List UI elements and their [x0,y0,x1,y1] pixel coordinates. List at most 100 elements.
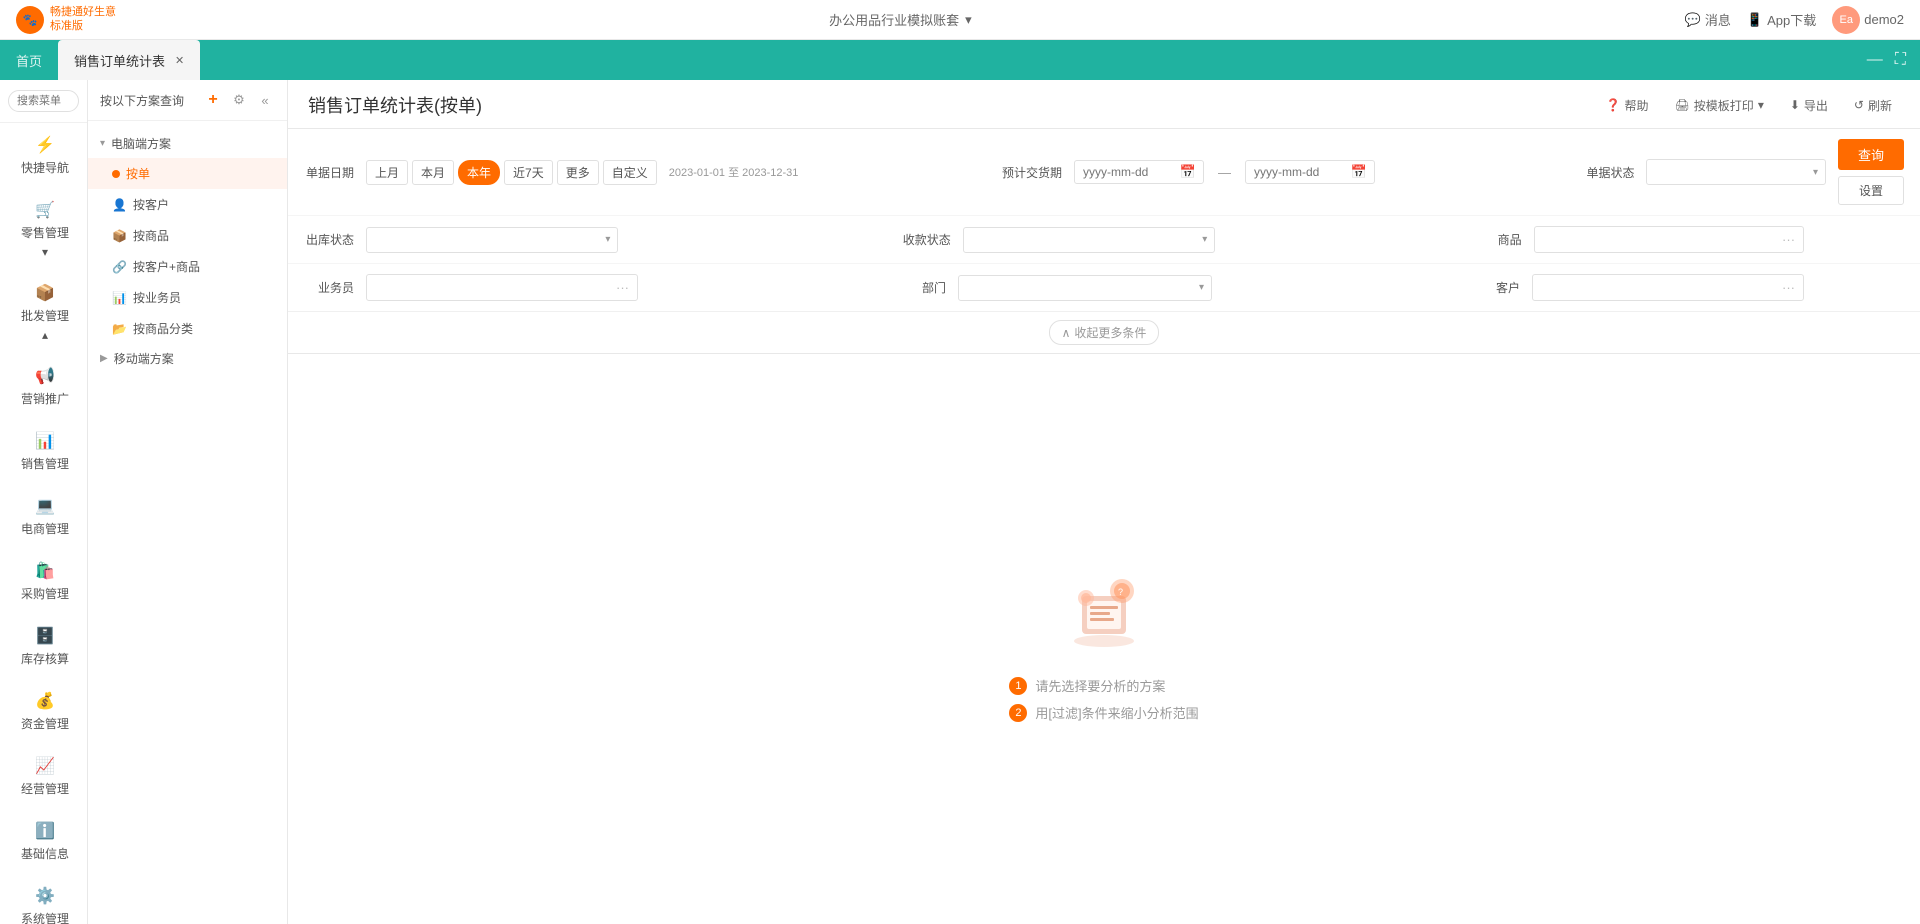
top-bar-left: 🐾 畅捷通好生意 标准版 [16,6,116,34]
tree-group-pc: ▾ 电脑端方案 按单 👤 按客户 📦 按商品 [88,129,287,344]
sidebar-search-area [0,80,87,123]
delivery-status-select[interactable] [366,227,618,253]
sidebar-item-marketing[interactable]: 📢 营销推广 [0,354,87,419]
by-category-icon: 📂 [112,322,127,336]
tab-bar: 首页 销售订单统计表 ✕ — ⛶ [0,40,1920,80]
settings-plan-btn[interactable]: ⚙ [229,90,249,110]
message-btn[interactable]: 💬 消息 [1685,10,1731,29]
sidebar-item-system[interactable]: ⚙️ 系统管理 [0,874,87,924]
date-btn-this-month[interactable]: 本月 [412,160,454,185]
salesperson-filter-dots[interactable]: ··· [616,280,629,295]
basic-icon: ℹ️ [35,821,55,841]
tree-group-mobile: ▶ 移动端方案 [88,344,287,373]
sidebar-item-ecom[interactable]: 💻 电商管理 [0,484,87,549]
print-icon: 🖨 [1675,98,1690,112]
order-status-select-wrap: ▾ [1646,159,1826,185]
tab-home[interactable]: 首页 [0,40,58,80]
query-btn-area: 查询 设置 [1838,139,1904,205]
sidebar-item-quick-nav[interactable]: ⚡ 快捷导航 [0,123,87,188]
search-input[interactable] [8,90,79,112]
tree-item-by-product[interactable]: 📦 按商品 [88,220,287,251]
tree-item-by-customer[interactable]: 👤 按客户 [88,189,287,220]
sidebar-item-wholesale[interactable]: 📦 批发管理 ▴ [0,271,87,354]
template-print-btn[interactable]: 🖨 按模板打印 ▾ [1667,93,1772,118]
marketing-icon: 📢 [35,366,55,386]
tree-item-by-category[interactable]: 📂 按商品分类 [88,313,287,344]
collapse-panel-btn[interactable]: « [255,90,275,110]
empty-tip-1: 1 请先选择要分析的方案 [1009,676,1198,695]
by-customer-icon: 👤 [112,198,127,212]
by-product-icon: 📦 [112,229,127,243]
customer-filter-wrap: ··· [1532,274,1804,301]
tree-item-by-customer-product[interactable]: 🔗 按客户+商品 [88,251,287,282]
by-customer-product-icon: 🔗 [112,260,127,274]
expected-date-to-wrap: 📅 [1245,160,1375,184]
delivery-status-wrap: ▾ [366,227,618,253]
expected-date-from-input[interactable] [1074,160,1204,184]
department-select[interactable] [958,275,1212,301]
sidebar-item-purchase[interactable]: 🛍️ 采购管理 [0,549,87,614]
order-status-select[interactable] [1646,159,1826,185]
refresh-btn[interactable]: ↺ 刷新 [1846,93,1900,118]
customer-filter-dots[interactable]: ··· [1782,280,1795,295]
ops-icon: 📈 [35,756,55,776]
date-btn-this-year[interactable]: 本年 [458,160,500,185]
tree-group-mobile-arrow: ▶ [100,353,108,364]
sidebar-item-retail[interactable]: 🛒 零售管理 ▾ [0,188,87,271]
tree-group-mobile-label: 移动端方案 [114,350,174,367]
payment-status-select[interactable] [963,227,1215,253]
tab-maximize-btn[interactable]: ⛶ [1889,51,1912,69]
date-btn-last-7days[interactable]: 近7天 [504,160,553,185]
query-btn[interactable]: 查询 [1838,139,1904,170]
top-bar-right: 💬 消息 📱 App下载 Ea demo2 [1685,6,1904,34]
workspace-dropdown-arrow: ▾ [965,12,972,28]
salesperson-filter-input[interactable] [375,281,616,295]
refresh-icon: ↺ [1854,98,1864,112]
date-range-display: 2023-01-01 至 2023-12-31 [669,164,799,180]
collapse-conditions-btn[interactable]: ∧ 收起更多条件 [1049,320,1160,345]
content: 按以下方案查询 + ⚙ « ▾ 电脑端方案 按单 [88,80,1920,924]
download-icon: 📱 [1747,12,1763,28]
help-icon: ❓ [1606,98,1621,112]
tree-group-mobile-title[interactable]: ▶ 移动端方案 [88,344,287,373]
customer-filter-input[interactable] [1541,281,1782,295]
date-btn-last-month[interactable]: 上月 [366,160,408,185]
sidebar-item-basic[interactable]: ℹ️ 基础信息 [0,809,87,874]
logo-text: 畅捷通好生意 标准版 [50,6,116,32]
tree-item-by-order[interactable]: 按单 [88,158,287,189]
purchase-icon: 🛍️ [35,561,55,581]
left-panel: 按以下方案查询 + ⚙ « ▾ 电脑端方案 按单 [88,80,288,924]
wholesale-arrow: ▴ [42,328,48,342]
sidebar-item-ops[interactable]: 📈 经营管理 [0,744,87,809]
tab-close-btn[interactable]: ✕ [175,54,184,67]
system-icon: ⚙️ [35,886,55,906]
tab-minimize-btn[interactable]: — [1861,51,1889,69]
tab-sales-order-stats[interactable]: 销售订单统计表 ✕ [58,40,200,80]
collapse-bar[interactable]: ∧ 收起更多条件 [288,311,1920,353]
sidebar-item-sales[interactable]: 📊 销售管理 [0,419,87,484]
expected-date-to-input[interactable] [1245,160,1375,184]
user-avatar-btn[interactable]: Ea demo2 [1832,6,1904,34]
setting-btn[interactable]: 设置 [1838,176,1904,205]
product-filter-dots[interactable]: ··· [1782,232,1795,247]
salesperson-filter-wrap: ··· [366,274,638,301]
tree-group-pc-title[interactable]: ▾ 电脑端方案 [88,129,287,158]
filter-row-2: 出库状态 ▾ 收款状态 ▾ [288,216,1920,264]
sidebar-item-finance[interactable]: 💰 资金管理 [0,679,87,744]
app-download-btn[interactable]: 📱 App下载 [1747,10,1816,29]
product-filter-input[interactable] [1543,233,1782,247]
workspace-selector[interactable]: 办公用品行业模拟账套 ▾ [829,10,972,29]
by-order-dot [112,170,120,178]
add-plan-btn[interactable]: + [203,90,223,110]
sidebar-item-inventory[interactable]: 🗄️ 库存核算 [0,614,87,679]
tree-area: ▾ 电脑端方案 按单 👤 按客户 📦 按商品 [88,121,287,924]
page-actions: ❓ 帮助 🖨 按模板打印 ▾ ⬇ 导出 ↺ 刷新 [1598,93,1900,118]
date-btn-custom[interactable]: 自定义 [603,160,657,185]
export-btn[interactable]: ⬇ 导出 [1782,93,1836,118]
date-btn-more[interactable]: 更多 [557,160,599,185]
retail-icon: 🛒 [35,200,55,220]
retail-arrow: ▾ [42,245,48,259]
tree-item-by-salesperson[interactable]: 📊 按业务员 [88,282,287,313]
filter-section: 单据日期 上月 本月 本年 近7天 更多 自定义 2023-01-01 至 20… [288,129,1920,354]
help-btn[interactable]: ❓ 帮助 [1598,93,1657,118]
